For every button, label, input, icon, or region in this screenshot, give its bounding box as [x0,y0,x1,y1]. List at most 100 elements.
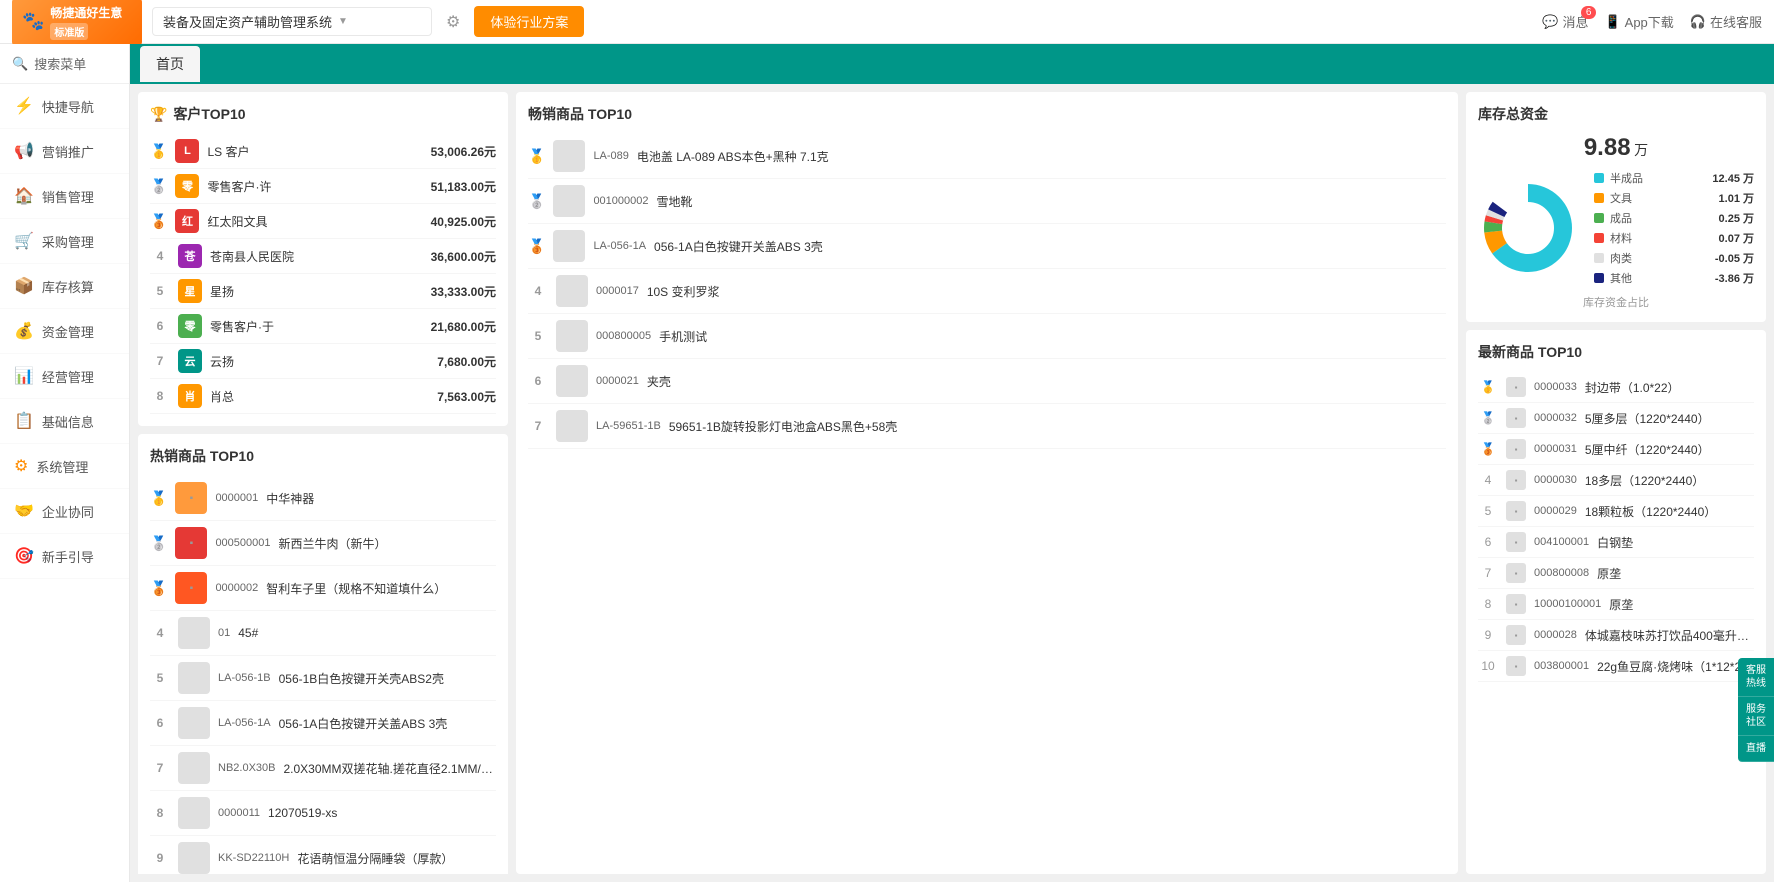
product-icon: ▪ [1506,563,1526,583]
rank-number: 7 [528,419,548,433]
sidebar-item-operations[interactable]: 📊 经营管理 [0,354,129,399]
customer-rank-item: 7 云 云扬 7,680.00元 [150,344,496,379]
customer-rank-item: 8 肖 肖总 7,563.00元 [150,379,496,414]
product-image [178,797,210,829]
hot-products-panel: 热销商品 TOP10 🥇 ▪ 0000001 中华神器 🥈 ▪ 00050000… [138,434,508,874]
trial-button[interactable]: 体验行业方案 [474,6,584,37]
customer-name: 零售客户·许 [207,178,422,195]
trending-product-item: 7 LA-59651-1B 59651-1B旋转投影灯电池盒ABS黑色+58壳 [528,404,1446,449]
product-name: 夹壳 [647,373,1446,390]
sidebar-item-quicknav[interactable]: ⚡ 快捷导航 [0,84,129,129]
messages-button[interactable]: 💬 消息 6 [1542,12,1588,31]
latest-list: 🥇 ▪ 0000033 封边带（1.0*22） 🥈 ▪ 0000032 5厘多层… [1478,372,1754,682]
hot-products-title: 热销商品 TOP10 [150,446,496,466]
trending-list: 🥇 LA-089 电池盖 LA-089 ABS本色+黑种 7.1克 🥈 0010… [528,134,1446,449]
product-name: 2.0X30MM双搓花轴.搓花直径2.1MM/ROHS [283,760,496,777]
legend-color-dot [1594,173,1604,183]
product-code: 0000002 [215,582,258,594]
sidebar-label: 经营管理 [42,367,94,386]
system-icon: ⚙ [14,456,28,476]
product-code: NB2.0X30B [218,762,275,774]
customer-amount: 40,925.00元 [431,213,496,230]
customer-amount: 7,563.00元 [437,388,496,405]
legend-name: 肉类 [1610,250,1709,266]
legend-value: 0.25 万 [1719,210,1754,226]
customer-service-button[interactable]: 客服热线 [1738,658,1774,697]
donut-svg [1478,178,1578,278]
product-code: LA-056-1A [218,717,271,729]
sidebar-label: 基础信息 [42,412,94,431]
sidebar-item-marketing[interactable]: 📢 营销推广 [0,129,129,174]
sidebar-label: 营销推广 [42,142,94,161]
product-name: 12070519-xs [268,806,496,820]
legend-item: 肉类 -0.05 万 [1594,250,1754,266]
latest-product-item: 🥈 ▪ 0000032 5厘多层（1220*2440） [1478,403,1754,434]
donut-chart: 半成品 12.45 万 文具 1.01 万 成品 0.25 万 材料 0.07 … [1478,170,1754,286]
quicknav-icon: ⚡ [14,96,34,116]
rank-number: 5 [150,284,170,298]
gear-icon[interactable]: ⚙ [442,8,464,36]
sidebar-item-guide[interactable]: 🎯 新手引导 [0,534,129,579]
left-panel: 🏆 客户TOP10 🥇 L LS 客户 53,006.26元 🥈 零 零售客户·… [138,92,508,874]
hot-product-item: 🥉 ▪ 0000002 智利车子里（规格不知道填什么） [150,566,496,611]
tab-home[interactable]: 首页 [140,46,200,82]
sidebar-item-finance[interactable]: 💰 资金管理 [0,309,129,354]
hot-product-item: 🥇 ▪ 0000001 中华神器 [150,476,496,521]
sidebar-item-inventory[interactable]: 📦 库存核算 [0,264,129,309]
service-community-button[interactable]: 服务社区 [1738,697,1774,736]
product-name: 白钢垫 [1597,534,1754,551]
sidebar-label: 销售管理 [42,187,94,206]
product-image [556,275,588,307]
system-selector[interactable]: 装备及固定资产辅助管理系统 ▼ [152,7,432,36]
hot-products-list: 🥇 ▪ 0000001 中华神器 🥈 ▪ 000500001 新西兰牛肉（新牛）… [150,476,496,874]
product-name: 封边带（1.0*22） [1585,379,1754,396]
customer-name: 肖总 [210,388,429,405]
guide-icon: 🎯 [14,546,34,566]
bronze-medal-icon: 🥉 [528,238,545,255]
product-code: 000800005 [596,330,651,342]
rank-number: 7 [150,354,170,368]
rank-number: 5 [528,329,548,343]
sidebar-item-basics[interactable]: 📋 基础信息 [0,399,129,444]
customer-rank-item: 4 苍 苍南县人民医院 36,600.00元 [150,239,496,274]
rank-number: 6 [150,319,170,333]
live-stream-button[interactable]: 直播 [1738,736,1774,762]
latest-products-panel: 最新商品 TOP10 🥇 ▪ 0000033 封边带（1.0*22） 🥈 ▪ 0… [1466,330,1766,874]
legend-color-dot [1594,273,1604,283]
headset-icon: 🎧 [1690,14,1706,30]
legend-color-dot [1594,233,1604,243]
inventory-amount: 9.88 [1584,134,1631,161]
sidebar-item-sales[interactable]: 🏠 销售管理 [0,174,129,219]
product-code: 0000001 [215,492,258,504]
product-name: 056-1A白色按键开关盖ABS 3壳 [279,715,496,732]
latest-product-item: 6 ▪ 004100001 白钢垫 [1478,527,1754,558]
customer-avatar: 云 [178,349,202,373]
rank-number: 8 [150,389,170,403]
bronze-medal-icon: 🥉 [150,213,167,230]
gold-medal-icon: 🥇 [150,490,167,507]
sidebar-label: 企业协同 [42,502,94,521]
latest-product-item: 4 ▪ 0000030 18多层（1220*2440） [1478,465,1754,496]
product-icon: ▪ [1506,408,1526,428]
product-image [178,617,210,649]
product-code: 01 [218,627,230,639]
customer-rank-item: 🥈 零 零售客户·许 51,183.00元 [150,169,496,204]
product-name: 056-1A白色按键开关盖ABS 3壳 [654,238,1446,255]
sidebar-item-purchase[interactable]: 🛒 采购管理 [0,219,129,264]
product-code: 0000031 [1534,443,1577,455]
product-code: 0000029 [1534,505,1577,517]
product-image: ▪ [175,572,207,604]
main-layout: 🔍 搜索菜单 ⚡ 快捷导航 📢 营销推广 🏠 销售管理 🛒 采购管理 📦 库存核… [0,44,1774,882]
online-service-button[interactable]: 🎧 在线客服 [1690,12,1762,31]
search-menu[interactable]: 🔍 搜索菜单 [0,44,129,84]
rank-number: 6 [528,374,548,388]
sidebar-item-collab[interactable]: 🤝 企业协同 [0,489,129,534]
nav-tabs: 首页 [130,44,1774,84]
product-image [553,185,585,217]
product-code: 0000030 [1534,474,1577,486]
app-download-button[interactable]: 📱 App下载 [1604,12,1673,31]
top-right-actions: 💬 消息 6 📱 App下载 🎧 在线客服 [1542,12,1762,31]
rank-number: 4 [1478,473,1498,487]
sidebar-item-system[interactable]: ⚙ 系统管理 [0,444,129,489]
sidebar-label: 快捷导航 [42,97,94,116]
